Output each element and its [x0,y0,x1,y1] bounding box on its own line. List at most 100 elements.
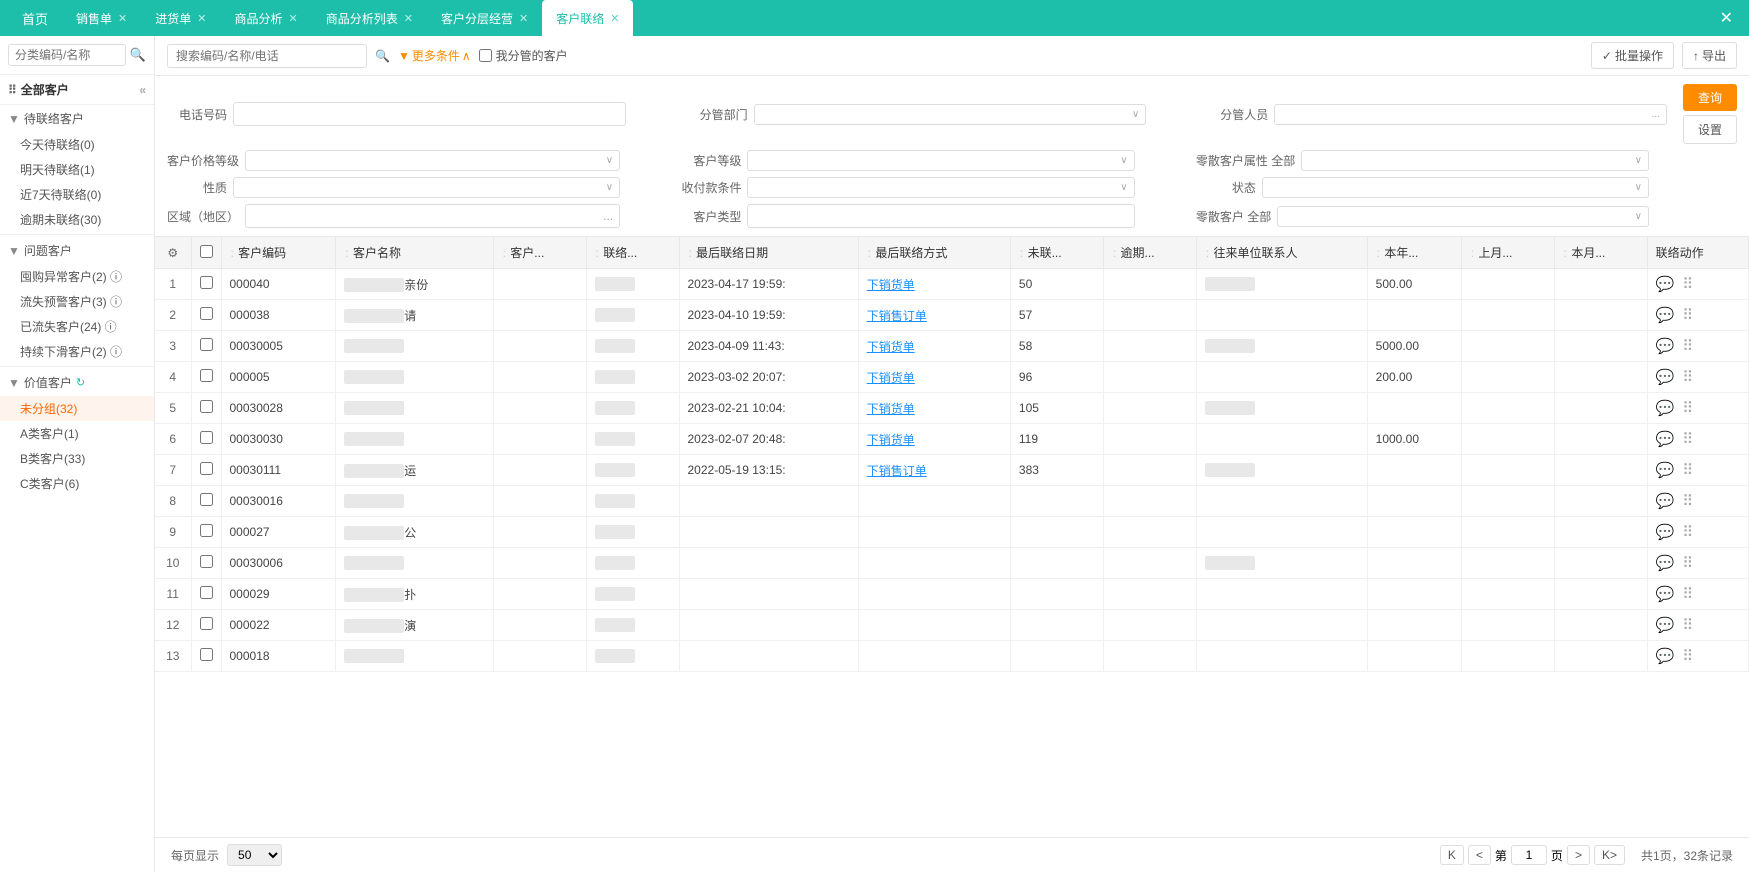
sidebar-item-class-c[interactable]: C类客户(6) [0,471,154,496]
filter-payment-select[interactable]: ∨ [747,177,1134,198]
row-actions[interactable]: 💬 ⠿ [1647,517,1748,548]
method-link[interactable]: 下销货单 [867,371,915,385]
close-icon[interactable]: ✕ [519,12,528,25]
sidebar-group-problem-customers[interactable]: ▼ 问题客户 [0,237,154,264]
select-all-checkbox[interactable] [200,245,213,258]
chat-icon[interactable]: 💬 [1656,585,1675,603]
nav-tab-customer-contact[interactable]: 客户联络 ✕ [542,0,633,36]
grid-action-icon[interactable]: ⠿ [1682,368,1693,386]
filter-more-conditions[interactable]: ▼ 更多条件 ∧ [398,47,471,64]
method-link[interactable]: 下销售订单 [867,464,927,478]
next-page-button[interactable]: > [1567,845,1590,865]
row-checkbox-cell[interactable] [191,486,221,517]
row-actions[interactable]: 💬 ⠿ [1647,424,1748,455]
row-actions[interactable]: 💬 ⠿ [1647,393,1748,424]
filter-retail-select[interactable]: ∨ [1277,206,1649,227]
refresh-icon[interactable]: ↻ [76,376,85,389]
sidebar-item-today-contact[interactable]: 今天待联络(0) [0,132,154,157]
row-checkbox[interactable] [200,524,213,537]
row-checkbox-cell[interactable] [191,424,221,455]
filter-price-grade-select[interactable]: ∨ [245,150,620,171]
sidebar-item-class-a[interactable]: A类客户(1) [0,421,154,446]
row-checkbox-cell[interactable] [191,362,221,393]
row-checkbox[interactable] [200,493,213,506]
sidebar-group-pending-contact[interactable]: ▼ 待联络客户 [0,105,154,132]
method-link[interactable]: 下销货单 [867,340,915,354]
row-actions[interactable]: 💬 ⠿ [1647,641,1748,672]
row-actions[interactable]: 💬 ⠿ [1647,548,1748,579]
method-link[interactable]: 下销货单 [867,402,915,416]
row-checkbox[interactable] [200,400,213,413]
row-checkbox[interactable] [200,555,213,568]
chat-icon[interactable]: 💬 [1656,461,1675,479]
sidebar-item-class-b[interactable]: B类客户(33) [0,446,154,471]
sidebar-item-tomorrow-contact[interactable]: 明天待联络(1) [0,157,154,182]
method-link[interactable]: 下销售订单 [867,309,927,323]
filter-search-icon[interactable]: 🔍 [375,49,390,63]
chat-icon[interactable]: 💬 [1656,554,1675,572]
chat-icon[interactable]: 💬 [1656,430,1675,448]
filter-phone-input[interactable] [233,102,626,126]
column-settings[interactable]: ⚙ [155,237,191,269]
more-icon[interactable]: ... [1652,109,1660,120]
filter-person-select[interactable]: ... [1274,104,1667,125]
batch-ops-button[interactable]: ✓ 批量操作 [1591,42,1674,69]
row-checkbox-cell[interactable] [191,641,221,672]
export-button[interactable]: ↑ 导出 [1682,42,1737,69]
sidebar-item-declining[interactable]: 持续下滑客户(2) ⓘ [0,339,154,364]
row-checkbox[interactable] [200,369,213,382]
filter-search-input[interactable] [167,44,367,68]
row-checkbox[interactable] [200,617,213,630]
row-actions[interactable]: 💬 ⠿ [1647,455,1748,486]
grid-action-icon[interactable]: ⠿ [1682,275,1693,293]
row-checkbox-cell[interactable] [191,393,221,424]
per-page-select[interactable]: 50 100 [227,844,282,866]
row-checkbox[interactable] [200,307,213,320]
nav-tab-purchase[interactable]: 进货单 ✕ [141,0,220,36]
filter-cust-grade-select[interactable]: ∨ [747,150,1134,171]
grid-action-icon[interactable]: ⠿ [1682,523,1693,541]
row-checkbox[interactable] [200,586,213,599]
grid-action-icon[interactable]: ⠿ [1682,461,1693,479]
close-icon[interactable]: ✕ [197,12,206,25]
row-actions[interactable]: 💬 ⠿ [1647,269,1748,300]
last-page-button[interactable]: K> [1594,845,1625,865]
row-actions[interactable]: 💬 ⠿ [1647,579,1748,610]
method-link[interactable]: 下销货单 [867,433,915,447]
nav-tab-sales[interactable]: 销售单 ✕ [62,0,141,36]
sidebar-item-churn-warning[interactable]: 流失预警客户(3) ⓘ [0,289,154,314]
close-icon[interactable]: ✕ [289,12,298,25]
sidebar-item-unclassified[interactable]: 未分组(32) [0,396,154,421]
row-checkbox-cell[interactable] [191,579,221,610]
column-checkbox-all[interactable] [191,237,221,269]
chat-icon[interactable]: 💬 [1656,368,1675,386]
row-checkbox-cell[interactable] [191,455,221,486]
row-checkbox[interactable] [200,431,213,444]
row-checkbox-cell[interactable] [191,300,221,331]
row-checkbox-cell[interactable] [191,269,221,300]
filter-status-select[interactable]: ∨ [1262,177,1649,198]
close-icon[interactable]: ✕ [118,12,127,25]
nav-tab-customer-layer[interactable]: 客户分层经营 ✕ [427,0,542,36]
chat-icon[interactable]: 💬 [1656,647,1675,665]
reset-button[interactable]: 设置 [1683,115,1737,144]
sidebar-search-input[interactable] [8,44,126,66]
sidebar-item-week-contact[interactable]: 近7天待联络(0) [0,182,154,207]
chat-icon[interactable]: 💬 [1656,399,1675,417]
row-checkbox-cell[interactable] [191,548,221,579]
row-actions[interactable]: 💬 ⠿ [1647,300,1748,331]
row-actions[interactable]: 💬 ⠿ [1647,486,1748,517]
sidebar-search-icon[interactable]: 🔍 [130,47,146,63]
nav-tab-analysis[interactable]: 商品分析 ✕ [220,0,311,36]
grid-action-icon[interactable]: ⠿ [1682,554,1693,572]
grid-action-icon[interactable]: ⠿ [1682,616,1693,634]
row-checkbox-cell[interactable] [191,331,221,362]
filter-dept-select[interactable]: ∨ [754,104,1147,125]
nav-tab-analysis-list[interactable]: 商品分析列表 ✕ [312,0,427,36]
filter-nature-select[interactable]: ∨ [233,177,620,198]
my-customers-filter[interactable]: 我分管的客户 [479,47,568,64]
settings-icon[interactable]: ⚙ [167,246,178,260]
chat-icon[interactable]: 💬 [1656,523,1675,541]
row-actions[interactable]: 💬 ⠿ [1647,610,1748,641]
filter-retail-attr-select[interactable]: ∨ [1301,150,1649,171]
